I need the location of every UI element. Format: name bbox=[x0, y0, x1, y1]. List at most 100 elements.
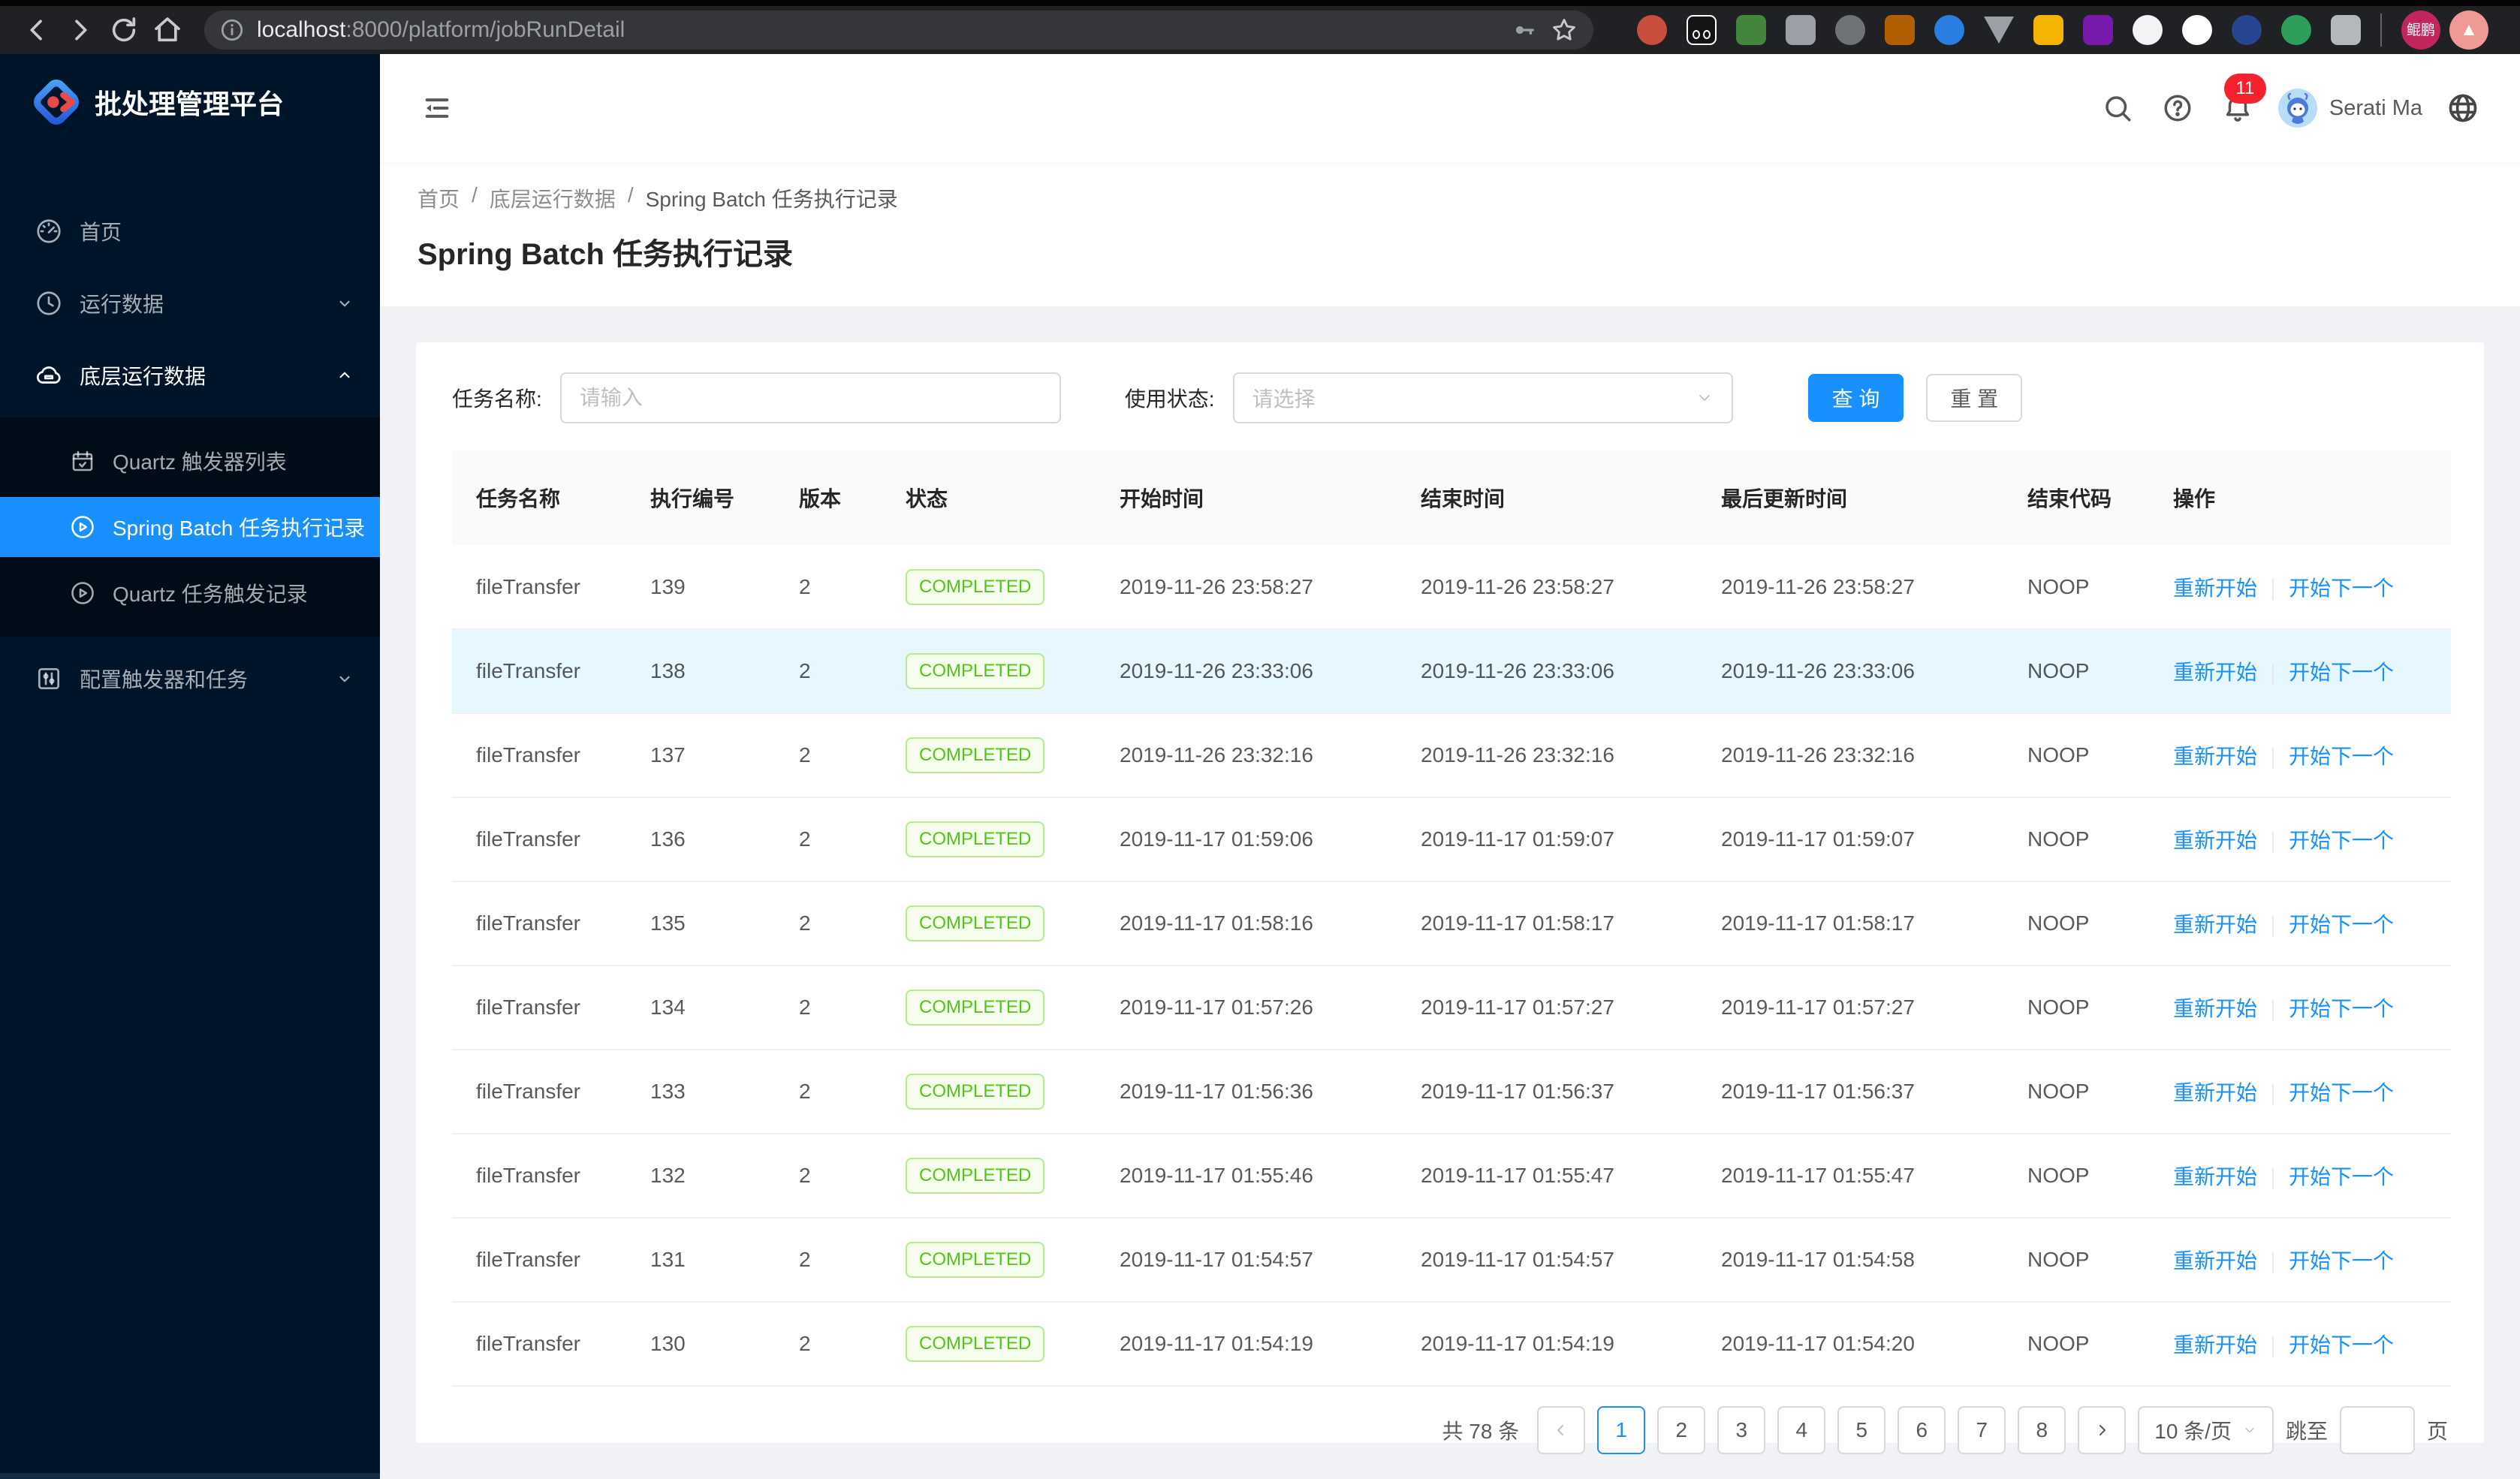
page-button-3[interactable]: 3 bbox=[1717, 1406, 1766, 1454]
sidebar-item-spring-batch-records[interactable]: Spring Batch 任务执行记录 bbox=[0, 497, 380, 557]
password-key-icon[interactable] bbox=[1511, 17, 1538, 44]
extension-icon[interactable] bbox=[2331, 15, 2361, 45]
sidebar-item-config-triggers-jobs[interactable]: 配置触发器和任务 bbox=[0, 649, 380, 709]
page-button-8[interactable]: 8 bbox=[2018, 1406, 2066, 1454]
extension-icon[interactable] bbox=[2182, 15, 2212, 45]
site-info-icon[interactable] bbox=[219, 17, 245, 43]
cell-end-time: 2019-11-26 23:32:16 bbox=[1397, 713, 1697, 798]
app-logo-row[interactable]: 批处理管理平台 bbox=[0, 54, 380, 150]
extension-icon[interactable] bbox=[2033, 15, 2063, 45]
cell-version: 2 bbox=[775, 629, 882, 714]
start-next-link[interactable]: 开始下一个 bbox=[2289, 661, 2394, 684]
action-divider bbox=[2272, 831, 2274, 853]
chevron-down-icon bbox=[2242, 1423, 2257, 1438]
bookmark-star-icon[interactable] bbox=[1550, 16, 1578, 44]
breadcrumb-low-level[interactable]: 底层运行数据 bbox=[490, 183, 616, 213]
user-menu[interactable]: Serati Ma bbox=[2268, 89, 2433, 128]
language-globe-icon[interactable] bbox=[2433, 54, 2493, 162]
notification-bell-icon[interactable]: 11 bbox=[2208, 54, 2268, 162]
job-name-label: 任务名称: bbox=[452, 387, 542, 411]
start-next-link[interactable]: 开始下一个 bbox=[2289, 577, 2394, 600]
page-button-4[interactable]: 4 bbox=[1777, 1406, 1826, 1454]
cell-end-time: 2019-11-26 23:33:06 bbox=[1397, 629, 1697, 714]
cell-end-time: 2019-11-26 23:58:27 bbox=[1397, 545, 1697, 630]
start-next-link[interactable]: 开始下一个 bbox=[2289, 1165, 2394, 1188]
start-next-link[interactable]: 开始下一个 bbox=[2289, 1081, 2394, 1104]
next-page-button[interactable] bbox=[2078, 1406, 2127, 1454]
menu-fold-icon[interactable] bbox=[414, 54, 460, 162]
table-row: fileTransfer 135 2 COMPLETED 2019-11-17 01:5… bbox=[452, 881, 2451, 966]
restart-link[interactable]: 重新开始 bbox=[2173, 745, 2257, 768]
page-button-5[interactable]: 5 bbox=[1837, 1406, 1886, 1454]
restart-link[interactable]: 重新开始 bbox=[2173, 661, 2257, 684]
prev-page-button[interactable] bbox=[1537, 1406, 1586, 1454]
cell-version: 2 bbox=[775, 1050, 882, 1134]
page-button-1[interactable]: 1 bbox=[1597, 1406, 1646, 1454]
sidebar-item-run-data[interactable]: 运行数据 bbox=[0, 273, 380, 333]
browser-profile-avatar[interactable]: 鲲鹏 bbox=[2401, 11, 2440, 50]
restart-link[interactable]: 重新开始 bbox=[2173, 829, 2257, 852]
reload-icon[interactable] bbox=[107, 13, 141, 47]
extension-icon[interactable] bbox=[2281, 15, 2311, 45]
avatar bbox=[2277, 89, 2317, 128]
extension-icon[interactable] bbox=[1984, 17, 2014, 44]
cell-actions: 重新开始 开始下一个 bbox=[2149, 1134, 2451, 1218]
extension-icon[interactable] bbox=[2133, 15, 2163, 45]
extension-icon[interactable] bbox=[1687, 15, 1717, 45]
start-next-link[interactable]: 开始下一个 bbox=[2289, 1249, 2394, 1273]
cell-job-name: fileTransfer bbox=[452, 1050, 626, 1134]
extension-icon[interactable] bbox=[1885, 15, 1915, 45]
sidebar-item-home[interactable]: 首页 bbox=[0, 201, 380, 261]
extension-icon[interactable] bbox=[1637, 15, 1667, 45]
page-size-select[interactable]: 10 条/页 bbox=[2138, 1406, 2274, 1454]
extension-icon[interactable] bbox=[1786, 15, 1816, 45]
extension-icon[interactable] bbox=[1835, 15, 1865, 45]
search-icon[interactable] bbox=[2087, 54, 2148, 162]
start-next-link[interactable]: 开始下一个 bbox=[2289, 1333, 2394, 1357]
restart-link[interactable]: 重新开始 bbox=[2173, 1081, 2257, 1104]
status-select[interactable]: 请选择 bbox=[1232, 372, 1733, 423]
extension-icon[interactable] bbox=[1736, 15, 1766, 45]
table-row: fileTransfer 132 2 COMPLETED 2019-11-17 01:5… bbox=[452, 1134, 2451, 1218]
status-badge: COMPLETED bbox=[906, 1158, 1045, 1194]
start-next-link[interactable]: 开始下一个 bbox=[2289, 913, 2394, 936]
home-icon[interactable] bbox=[150, 13, 185, 47]
extension-icon[interactable] bbox=[2232, 15, 2262, 45]
cell-last-updated: 2019-11-26 23:58:27 bbox=[1697, 545, 2003, 630]
restart-link[interactable]: 重新开始 bbox=[2173, 997, 2257, 1020]
restart-link[interactable]: 重新开始 bbox=[2173, 1165, 2257, 1188]
cell-status: COMPLETED bbox=[882, 965, 1096, 1050]
restart-link[interactable]: 重新开始 bbox=[2173, 1249, 2257, 1273]
sidebar-item-label: Quartz 触发器列表 bbox=[113, 450, 287, 474]
restart-link[interactable]: 重新开始 bbox=[2173, 1333, 2257, 1357]
status-badge: COMPLETED bbox=[906, 653, 1045, 689]
sidebar-item-quartz-trigger-list[interactable]: Quartz 触发器列表 bbox=[0, 431, 380, 491]
start-next-link[interactable]: 开始下一个 bbox=[2289, 997, 2394, 1020]
sidebar-item-quartz-fire-records[interactable]: Quartz 任务触发记录 bbox=[0, 563, 380, 623]
help-icon[interactable] bbox=[2148, 54, 2208, 162]
breadcrumb-home[interactable]: 首页 bbox=[417, 183, 460, 213]
status-badge: COMPLETED bbox=[906, 1074, 1045, 1110]
extension-icon[interactable] bbox=[1934, 15, 1964, 45]
browser-update-icon[interactable]: ▲ bbox=[2449, 11, 2488, 50]
page-button-2[interactable]: 2 bbox=[1657, 1406, 1706, 1454]
restart-link[interactable]: 重新开始 bbox=[2173, 577, 2257, 600]
start-next-link[interactable]: 开始下一个 bbox=[2289, 829, 2394, 852]
sidebar-item-low-level-data[interactable]: 底层运行数据 bbox=[0, 345, 380, 405]
forward-icon[interactable] bbox=[63, 13, 98, 47]
back-icon[interactable] bbox=[20, 13, 54, 47]
page-button-6[interactable]: 6 bbox=[1898, 1406, 1946, 1454]
cell-last-updated: 2019-11-26 23:33:06 bbox=[1697, 629, 2003, 714]
address-bar[interactable]: localhost:8000/platform/jobRunDetail bbox=[204, 11, 1593, 50]
sidebar-trigger-bar[interactable] bbox=[0, 1473, 380, 1479]
reset-button[interactable]: 重 置 bbox=[1926, 374, 2023, 422]
start-next-link[interactable]: 开始下一个 bbox=[2289, 745, 2394, 768]
jump-page-input[interactable] bbox=[2339, 1406, 2415, 1454]
restart-link[interactable]: 重新开始 bbox=[2173, 913, 2257, 936]
cell-job-name: fileTransfer bbox=[452, 1218, 626, 1303]
extension-icon[interactable] bbox=[2083, 15, 2113, 45]
job-name-input[interactable] bbox=[559, 372, 1061, 423]
page-button-7[interactable]: 7 bbox=[1958, 1406, 2006, 1454]
clock-icon bbox=[35, 289, 63, 318]
search-button[interactable]: 查 询 bbox=[1807, 374, 1904, 422]
